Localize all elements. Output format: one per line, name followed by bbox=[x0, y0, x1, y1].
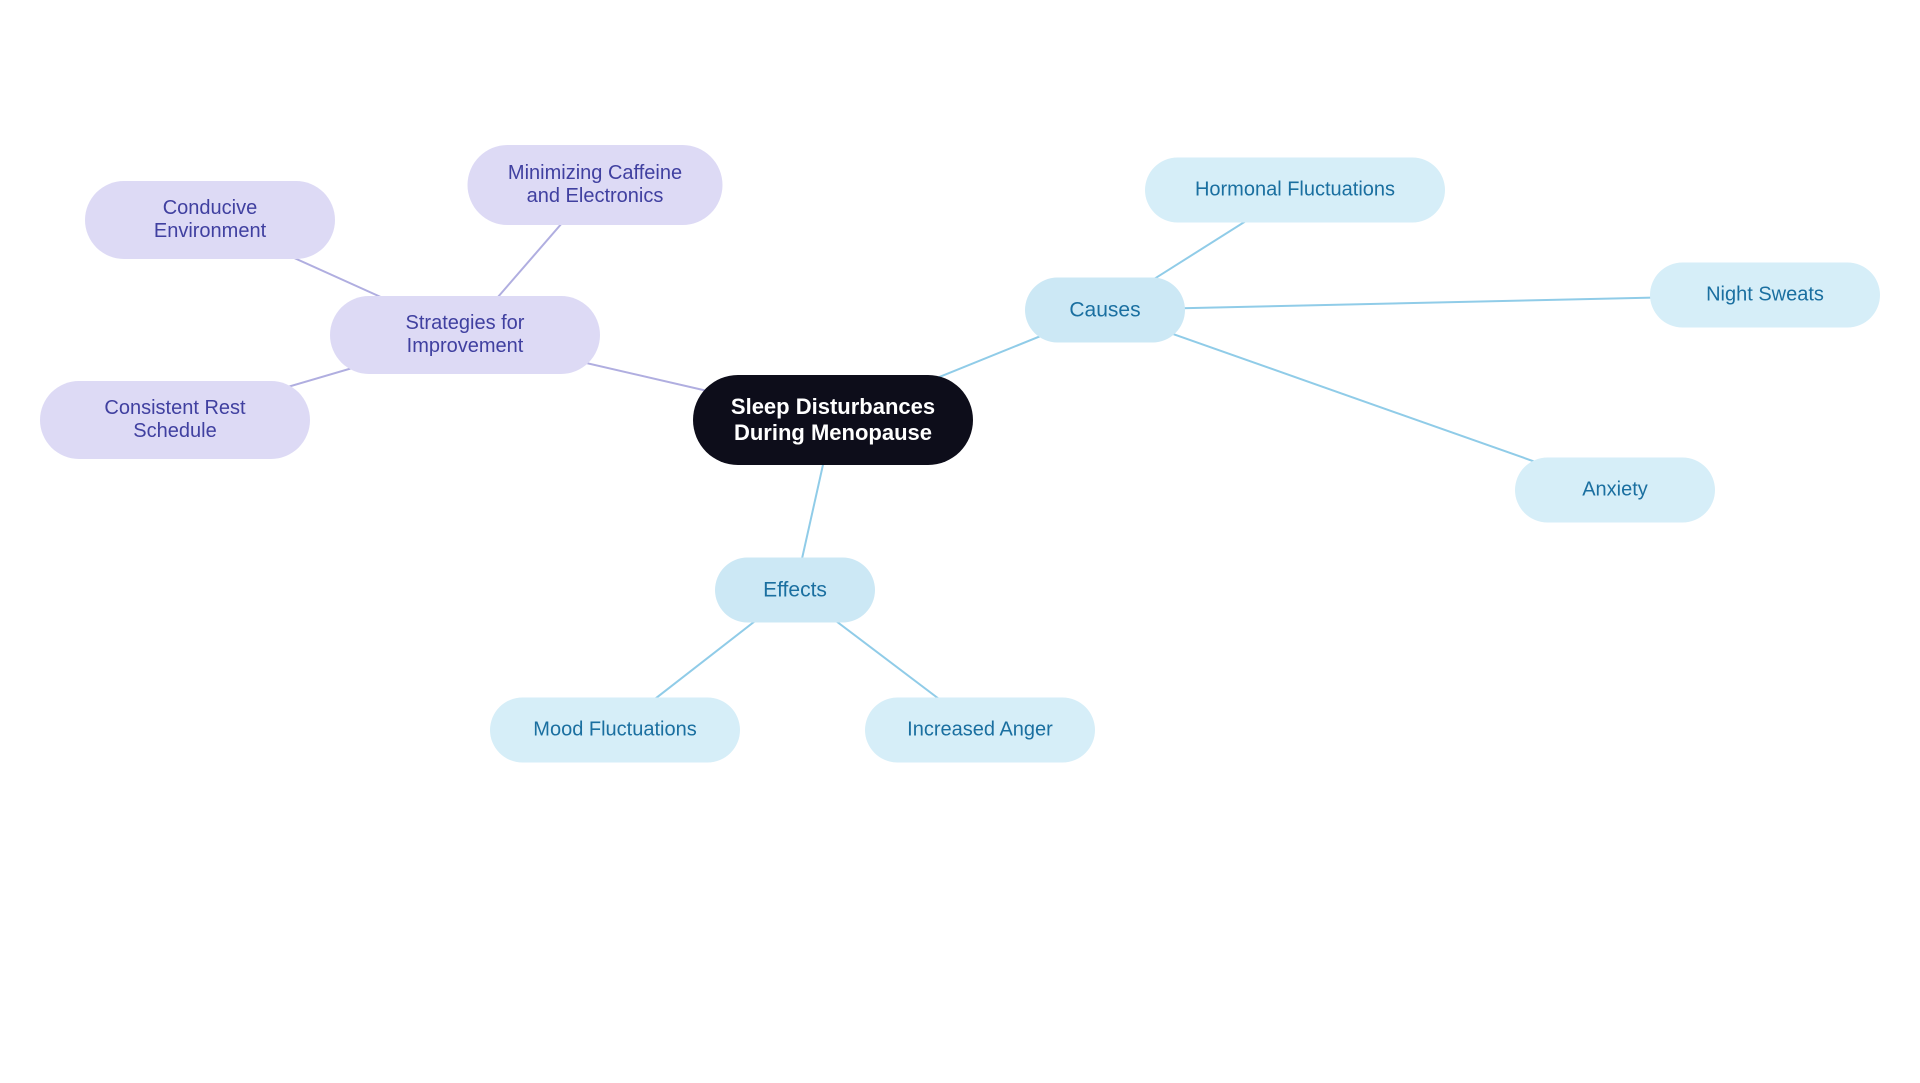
mood-fluctuations-node[interactable]: Mood Fluctuations bbox=[490, 698, 740, 763]
strategies-node[interactable]: Strategies for Improvement bbox=[330, 296, 600, 374]
hormonal-label: Hormonal Fluctuations bbox=[1195, 179, 1395, 202]
conducive-node[interactable]: Conducive Environment bbox=[85, 181, 335, 259]
effects-node[interactable]: Effects bbox=[715, 558, 875, 623]
central-label: Sleep Disturbances During Menopause bbox=[721, 394, 945, 446]
anxiety-label: Anxiety bbox=[1582, 479, 1648, 502]
conducive-label: Conducive Environment bbox=[113, 197, 307, 243]
consistent-node[interactable]: Consistent Rest Schedule bbox=[40, 381, 310, 459]
minimizing-label: Minimizing Caffeine and Electronics bbox=[496, 162, 695, 208]
causes-label: Causes bbox=[1069, 298, 1140, 322]
increased-anger-label: Increased Anger bbox=[907, 719, 1053, 742]
effects-label: Effects bbox=[763, 578, 827, 602]
central-node[interactable]: Sleep Disturbances During Menopause bbox=[693, 375, 973, 465]
hormonal-node[interactable]: Hormonal Fluctuations bbox=[1145, 158, 1445, 223]
mood-fluctuations-label: Mood Fluctuations bbox=[533, 719, 696, 742]
increased-anger-node[interactable]: Increased Anger bbox=[865, 698, 1095, 763]
night-sweats-node[interactable]: Night Sweats bbox=[1650, 263, 1880, 328]
minimizing-node[interactable]: Minimizing Caffeine and Electronics bbox=[468, 145, 723, 225]
anxiety-node[interactable]: Anxiety bbox=[1515, 458, 1715, 523]
strategies-label: Strategies for Improvement bbox=[358, 312, 572, 358]
causes-node[interactable]: Causes bbox=[1025, 278, 1185, 343]
consistent-label: Consistent Rest Schedule bbox=[68, 397, 282, 443]
night-sweats-label: Night Sweats bbox=[1706, 284, 1824, 307]
